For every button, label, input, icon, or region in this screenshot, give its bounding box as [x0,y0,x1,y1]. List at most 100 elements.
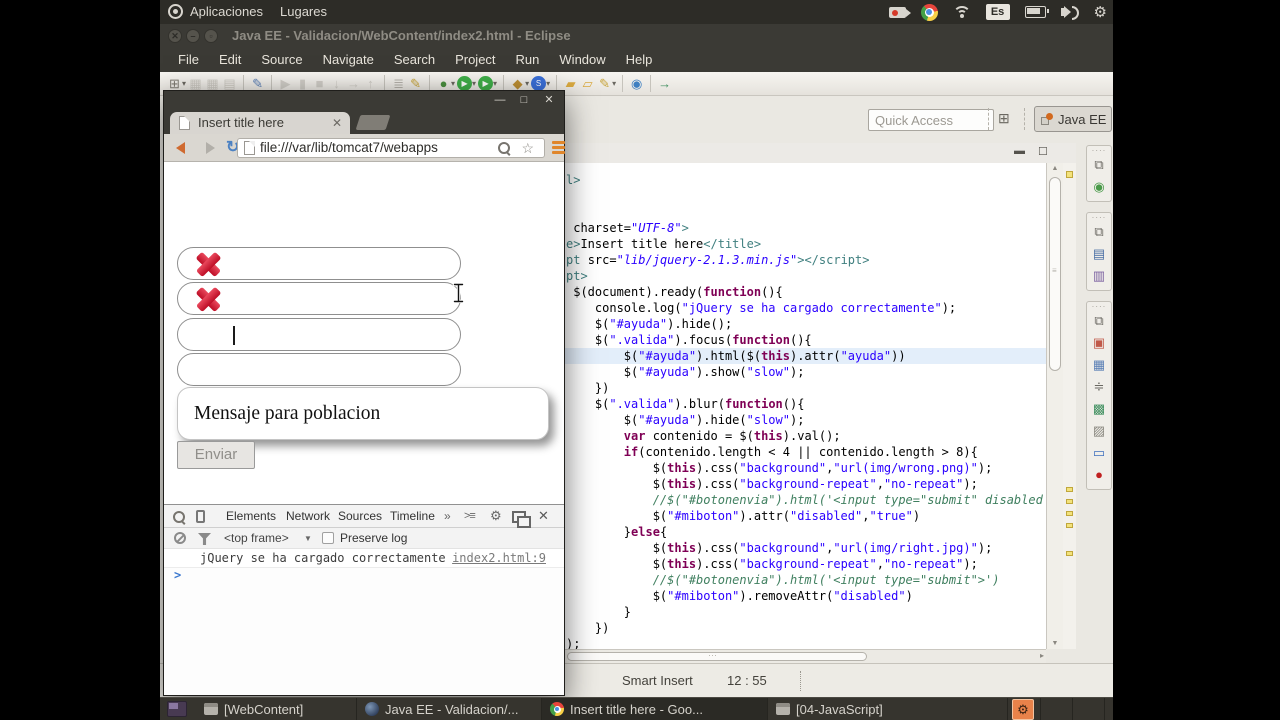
code-line[interactable]: pt> [566,268,1044,284]
code-line[interactable]: } [566,604,1044,620]
code-line[interactable]: $(this).css("background-repeat","no-repe… [566,476,1044,492]
open-folder-icon[interactable]: ▱ [579,75,596,92]
restore-view-icon[interactable]: ⧉ [1087,221,1111,243]
code-line[interactable]: $("#ayuda").html($(this).attr("ayuda")) [563,348,1046,364]
run-icon[interactable]: ▶ [457,76,473,91]
eclipse-installer-icon[interactable]: ⚙ [1012,699,1034,720]
bookmark-star-icon[interactable]: ☆ [521,139,534,157]
web-browser-icon[interactable]: ◉ [628,75,645,92]
code-line[interactable]: $(".valida").focus(function(){ [566,332,1044,348]
run-on-server-icon[interactable]: → [656,75,673,92]
menu-window[interactable]: Window [549,48,615,72]
menu-file[interactable]: File [168,48,209,72]
code-line[interactable]: $("#ayuda").hide(); [566,316,1044,332]
filter-icon[interactable] [198,533,211,545]
inspect-element-icon[interactable] [173,511,185,523]
new-service-dropdown-icon[interactable]: ▾ [546,79,550,88]
form-input-1[interactable] [177,247,461,280]
browser-close-icon[interactable]: ✕ [541,92,557,108]
menu-run[interactable]: Run [506,48,550,72]
devtools-settings-icon[interactable]: ⚙ [490,505,502,527]
code-line[interactable]: $("#ayuda").show("slow"); [566,364,1044,380]
menu-aplicaciones[interactable]: Aplicaciones [186,0,267,24]
occurrence-marker[interactable] [1066,511,1073,516]
taskbar-item-browser-active[interactable]: Insert title here - Goo... [542,698,768,720]
keyboard-layout-indicator[interactable]: Es [985,4,1010,20]
code-line[interactable]: pt src="lib/jquery-2.1.3.min.js"></scrip… [566,252,1044,268]
frame-selector[interactable]: <top frame> [224,528,289,549]
chrome-tray-icon[interactable] [920,3,938,21]
restore-view-icon[interactable]: ⧉ [1087,154,1111,176]
run-external-dropdown-icon[interactable]: ▾ [493,79,497,88]
editor-vertical-scrollbar[interactable]: ▲ ▼ [1046,163,1063,649]
vertical-scroll-thumb[interactable] [1049,177,1061,371]
browser-tab[interactable]: Insert title here ✕ [170,112,350,134]
code-line[interactable]: $(this).css("background","url(img/wrong.… [566,460,1044,476]
taskbar-item-javascript-folder[interactable]: [04-JavaScript] [768,698,1008,720]
workspace-switcher-icon[interactable] [167,701,187,717]
occurrence-marker[interactable] [1066,499,1073,504]
quick-access-input[interactable] [868,109,994,131]
open-perspective-icon[interactable]: ⊞ [998,110,1010,127]
tab-sources[interactable]: Sources [338,505,382,527]
editor-horizontal-scrollbar[interactable]: ▸ [563,649,1046,663]
tab-close-icon[interactable]: ✕ [332,112,342,134]
debug-dropdown-icon[interactable]: ▾ [451,79,455,88]
more-tabs-icon[interactable]: » [444,505,451,527]
menu-edit[interactable]: Edit [209,48,251,72]
properties-view-icon[interactable]: ▦ [1087,354,1111,376]
back-icon[interactable] [176,142,185,154]
code-line[interactable]: ); [566,636,1044,649]
new-tab-button[interactable] [355,115,391,130]
clear-console-icon[interactable] [174,532,186,544]
code-line[interactable]: console.log("jQuery se ha cargado correc… [566,300,1044,316]
menu-navigate[interactable]: Navigate [313,48,384,72]
occurrence-marker[interactable] [1066,487,1073,492]
volume-icon[interactable] [1060,5,1079,20]
code-line[interactable]: $(document).ready(function(){ [566,284,1044,300]
minimize-editor-icon[interactable]: ▬ [1014,145,1025,157]
code-line[interactable]: if(contenido.length < 4 || contenido.len… [566,444,1044,460]
code-line[interactable]: }) [566,380,1044,396]
submit-button-disabled[interactable]: Enviar [177,441,255,469]
tab-elements[interactable]: Elements [226,505,276,527]
run-external-icon[interactable]: ▶ [478,76,494,91]
annotate-dropdown-icon[interactable]: ▾ [612,79,616,88]
code-line[interactable]: }else{ [566,524,1044,540]
taskbar-item-eclipse[interactable]: Java EE - Validacion/... [357,698,542,720]
occurrence-marker[interactable] [1066,551,1073,556]
menu-search[interactable]: Search [384,48,445,72]
code-line[interactable]: $(this).css("background-repeat","no-repe… [566,556,1044,572]
form-input-3-focused[interactable] [177,318,461,351]
code-line[interactable]: //$("#botonenvia").html('<input type="su… [566,492,1044,508]
code-line[interactable]: charset="UTF-8"> [566,220,1044,236]
maximize-editor-icon[interactable]: ☐ [1038,145,1048,158]
annotate-icon[interactable]: ✎ [596,75,613,92]
form-input-4[interactable] [177,353,461,386]
frame-selector-dropdown-icon[interactable]: ▼ [304,528,312,549]
filters-view-icon[interactable]: ≑ [1087,376,1111,398]
outline-view-icon[interactable]: ▤ [1087,243,1111,265]
occurrence-marker[interactable] [1066,523,1073,528]
jsf-tools-view-icon[interactable]: ▣ [1087,332,1111,354]
dock-side-icon[interactable] [512,511,531,528]
perspective-java-ee-button[interactable]: Java EE [1034,106,1112,132]
code-line[interactable]: //$("#botonenvia").html('<input type="su… [566,572,1044,588]
close-window-icon[interactable]: ✕ [168,29,182,43]
tab-timeline[interactable]: Timeline [390,505,435,527]
code-line[interactable]: }) [566,620,1044,636]
tab-network[interactable]: Network [286,505,330,527]
devtools-close-icon[interactable]: ✕ [538,505,549,527]
device-mode-icon[interactable] [196,510,205,523]
preserve-log-checkbox[interactable] [322,532,334,544]
browser-minimize-icon[interactable]: — [492,92,508,108]
wifi-icon[interactable] [952,5,971,19]
menu-project[interactable]: Project [445,48,505,72]
browser-menu-icon[interactable] [552,141,565,156]
new-wizard-dropdown-icon[interactable]: ▾ [182,79,186,88]
restore-view-icon[interactable]: ⧉ [1087,310,1111,332]
code-line[interactable]: $("#ayuda").hide("slow"); [566,412,1044,428]
code-line[interactable]: $(".valida").blur(function(){ [566,396,1044,412]
url-text[interactable]: file:///var/lib/tomcat7/webapps [260,139,488,157]
horizontal-scroll-thumb[interactable] [567,650,867,661]
